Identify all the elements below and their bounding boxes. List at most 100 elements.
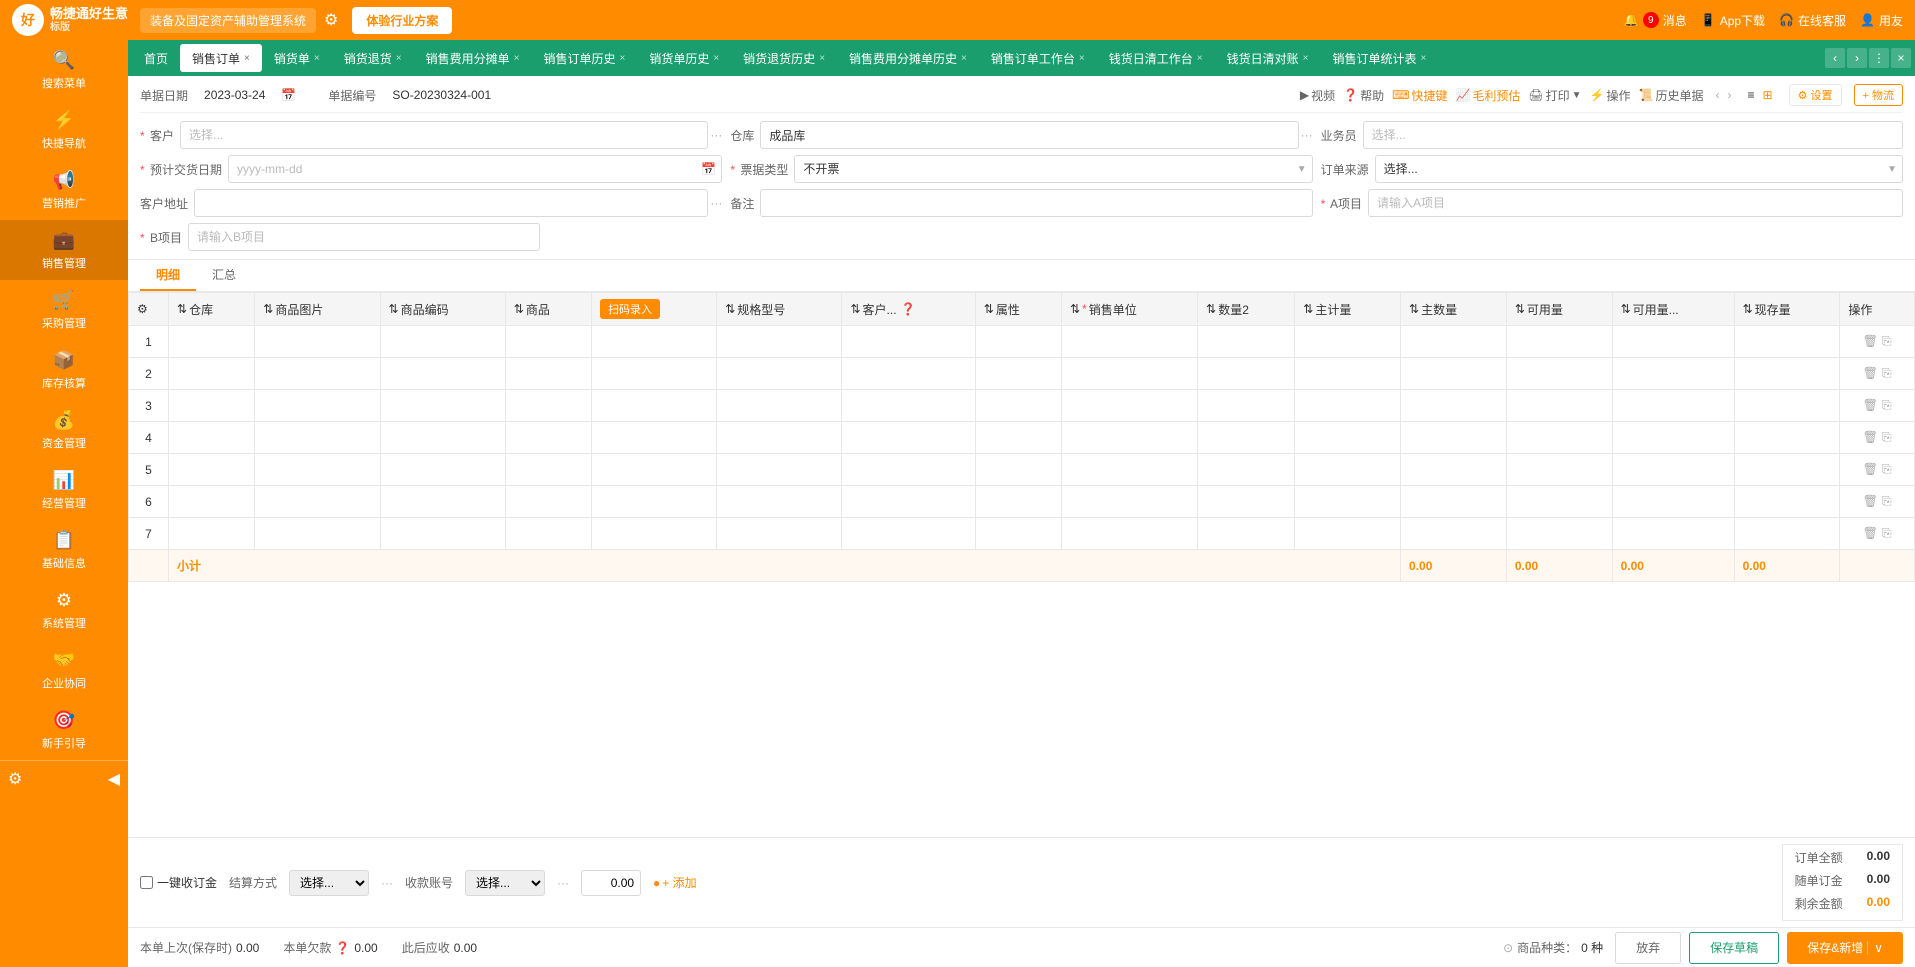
th-code[interactable]: ⇅商品编码	[380, 293, 505, 326]
tab-sales-stats[interactable]: 销售订单统计表 ×	[1320, 44, 1438, 72]
row-delete-icon-4[interactable]: 🗑	[1863, 430, 1878, 445]
th-spec[interactable]: ⇅规格型号	[717, 293, 842, 326]
shortcut-link[interactable]: ⌨ 快捷键	[1392, 87, 1447, 104]
cell-available2-1[interactable]	[1612, 326, 1734, 358]
debt-help-icon[interactable]: ❓	[335, 941, 350, 955]
cell-warehouse-7[interactable]	[169, 518, 255, 550]
view-link[interactable]: ▶ 视频	[1300, 87, 1335, 104]
warehouse-input[interactable]	[760, 121, 1298, 149]
cell-available-2[interactable]	[1506, 358, 1612, 390]
cell-code-5[interactable]	[380, 454, 505, 486]
cell-goods-2[interactable]	[505, 358, 591, 390]
tab-sales-invoice[interactable]: 销货单 ×	[262, 44, 332, 72]
close-sales-order-icon[interactable]: ×	[244, 53, 250, 64]
cell-available2-7[interactable]	[1612, 518, 1734, 550]
sidebar-item-purchase[interactable]: 🛒 采购管理	[0, 280, 128, 340]
th-image[interactable]: ⇅商品图片	[255, 293, 380, 326]
close-daily-clear-workbench-icon[interactable]: ×	[1197, 53, 1203, 64]
online-support-item[interactable]: 🎧 在线客服	[1779, 12, 1846, 29]
tab-order-workbench[interactable]: 销售订单工作台 ×	[979, 44, 1097, 72]
history-link[interactable]: 📜 历史单据	[1639, 87, 1704, 104]
footer-amount-input[interactable]	[581, 870, 641, 896]
cell-image-2[interactable]	[255, 358, 380, 390]
cell-stock-6[interactable]	[1734, 486, 1840, 518]
close-sales-invoice-icon[interactable]: ×	[314, 53, 320, 64]
cell-available-3[interactable]	[1506, 390, 1612, 422]
calendar-delivery-icon[interactable]: 📅	[701, 162, 716, 176]
tab-detail[interactable]: 明细	[140, 260, 196, 291]
cell-goods-3[interactable]	[505, 390, 591, 422]
cell-main-unit-3[interactable]	[1295, 390, 1401, 422]
sidebar-item-search[interactable]: 🔍 搜索菜单	[0, 40, 128, 100]
address-more-icon[interactable]: ···	[710, 196, 722, 210]
cell-customer-code-5[interactable]	[842, 454, 975, 486]
cell-qty2-7[interactable]	[1198, 518, 1295, 550]
th-stock[interactable]: ⇅现存量	[1734, 293, 1840, 326]
cell-image-3[interactable]	[255, 390, 380, 422]
settings-footer-icon[interactable]: ⚙	[8, 769, 22, 789]
cell-goods-4[interactable]	[505, 422, 591, 454]
cell-available-6[interactable]	[1506, 486, 1612, 518]
account-select[interactable]: 选择...	[465, 870, 545, 896]
cell-stock-7[interactable]	[1734, 518, 1840, 550]
one-click-checkout-checkbox[interactable]: 一键收订金	[140, 874, 217, 891]
cell-stock-3[interactable]	[1734, 390, 1840, 422]
project-b-input[interactable]	[188, 223, 540, 251]
cell-qty2-6[interactable]	[1198, 486, 1295, 518]
cell-warehouse-1[interactable]	[169, 326, 255, 358]
cell-available-5[interactable]	[1506, 454, 1612, 486]
th-main-qty[interactable]: ⇅主数量	[1401, 293, 1507, 326]
th-goods[interactable]: ⇅商品	[505, 293, 591, 326]
cell-attr-6[interactable]	[975, 486, 1061, 518]
sidebar-item-marketing[interactable]: 📢 营销推广	[0, 160, 128, 220]
close-order-workbench-icon[interactable]: ×	[1079, 53, 1085, 64]
collapse-icon[interactable]: ◀	[108, 769, 120, 789]
cell-main-qty-1[interactable]	[1401, 326, 1507, 358]
row-delete-icon-2[interactable]: 🗑	[1863, 366, 1878, 381]
cell-unit-3[interactable]	[1062, 390, 1198, 422]
cell-image-6[interactable]	[255, 486, 380, 518]
tab-summary[interactable]: 汇总	[196, 260, 252, 291]
cell-attr-5[interactable]	[975, 454, 1061, 486]
pagination-prev[interactable]: ‹	[1716, 88, 1720, 102]
row-delete-icon-5[interactable]: 🗑	[1863, 462, 1878, 477]
cell-image-5[interactable]	[255, 454, 380, 486]
cell-qty2-3[interactable]	[1198, 390, 1295, 422]
cell-warehouse-5[interactable]	[169, 454, 255, 486]
customer-more-icon[interactable]: ···	[710, 128, 722, 142]
add-button[interactable]: ● + 添加	[653, 874, 697, 891]
industry-plan-button[interactable]: 体验行业方案	[352, 7, 452, 34]
nav-close-button[interactable]: ×	[1891, 48, 1911, 68]
th-available[interactable]: ⇅可用量	[1506, 293, 1612, 326]
tab-returns-history[interactable]: 销货退货历史 ×	[731, 44, 837, 72]
tab-sales-order[interactable]: 销售订单 ×	[180, 44, 262, 72]
cell-stock-2[interactable]	[1734, 358, 1840, 390]
cell-main-unit-6[interactable]	[1295, 486, 1401, 518]
close-invoice-history-icon[interactable]: ×	[713, 53, 719, 64]
cell-goods-1[interactable]	[505, 326, 591, 358]
ticket-select[interactable]: 不开票	[794, 155, 1312, 183]
calendar-icon[interactable]: 📅	[281, 88, 296, 102]
row-copy-icon-7[interactable]: ⎘	[1882, 526, 1892, 541]
help-link[interactable]: ❓ 帮助	[1343, 87, 1384, 104]
cell-main-qty-4[interactable]	[1401, 422, 1507, 454]
user-item[interactable]: 👤 用友	[1860, 12, 1903, 29]
close-returns-icon[interactable]: ×	[396, 53, 402, 64]
cell-stock-5[interactable]	[1734, 454, 1840, 486]
th-unit[interactable]: ⇅*销售单位	[1062, 293, 1198, 326]
cell-main-unit-1[interactable]	[1295, 326, 1401, 358]
cell-spec-6[interactable]	[717, 486, 842, 518]
th-settings[interactable]: ⚙	[129, 293, 169, 326]
cell-available-4[interactable]	[1506, 422, 1612, 454]
cell-main-unit-7[interactable]	[1295, 518, 1401, 550]
cell-available2-3[interactable]	[1612, 390, 1734, 422]
cell-customer-code-4[interactable]	[842, 422, 975, 454]
th-customer-code[interactable]: ⇅客户...❓	[842, 293, 975, 326]
cell-spec-4[interactable]	[717, 422, 842, 454]
cell-goods-7[interactable]	[505, 518, 591, 550]
save-new-button[interactable]: 保存&新增 ∨	[1787, 932, 1903, 964]
th-qty2[interactable]: ⇅数量2	[1198, 293, 1295, 326]
cell-customer-code-1[interactable]	[842, 326, 975, 358]
sidebar-item-sales[interactable]: 💼 销售管理	[0, 220, 128, 280]
th-available2[interactable]: ⇅可用量...	[1612, 293, 1734, 326]
